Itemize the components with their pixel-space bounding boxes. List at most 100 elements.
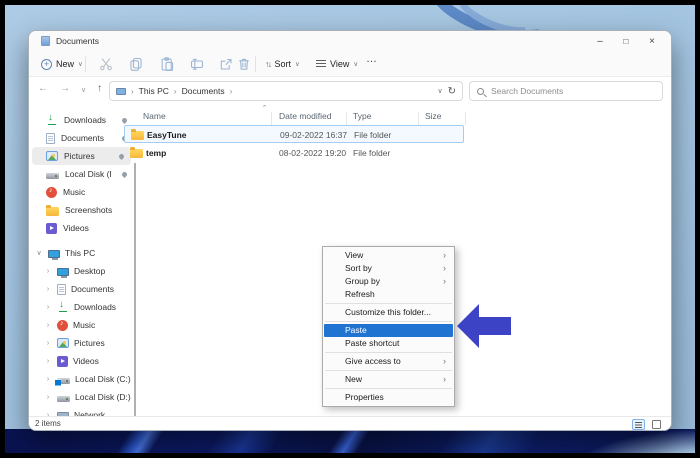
column-header-size[interactable]: Size [425,111,442,121]
breadcrumb-separator-icon: › [131,86,134,96]
minimize-button[interactable]: – [587,31,613,51]
sidebar-item-pictures[interactable]: Pictures [32,147,131,165]
delete-button[interactable] [236,56,252,72]
close-button[interactable]: × [639,31,665,51]
menu-item-group-by[interactable]: Group by › [323,275,454,288]
drive-windows-icon [55,377,70,386]
maximize-button[interactable]: □ [613,31,639,51]
wallpaper-ribbon [198,429,292,453]
back-button[interactable]: ← [38,83,48,94]
downloads-icon [46,112,58,126]
share-button[interactable] [218,56,234,72]
file-row-temp[interactable]: temp 08-02-2022 19:20 File folder [124,144,464,162]
recent-locations-chevron[interactable]: ∨ [81,86,86,94]
chevron-collapsed-icon[interactable]: › [44,322,52,329]
tree-item-desktop[interactable]: › Desktop [29,262,134,280]
menu-separator [325,370,452,371]
tree-item-videos[interactable]: › Videos [29,352,134,370]
column-separator[interactable] [465,112,466,125]
menu-separator [325,352,452,353]
navigation-bar: ← → ∨ ↑ › This PC › Documents › ∨ ↻ [29,77,671,105]
tree-item-pictures[interactable]: › Pictures [29,334,134,352]
address-dropdown-chevron[interactable]: ∨ [437,87,442,95]
wallpaper-corner-glow [575,429,695,453]
menu-item-view[interactable]: View › [323,249,454,262]
sidebar-item-documents[interactable]: Documents [29,129,134,147]
tree-item-local-disk-d[interactable]: › Local Disk (D:) [29,388,134,406]
menu-item-give-access-to[interactable]: Give access to › [323,355,454,368]
rename-button[interactable] [189,56,205,72]
tree-item-documents[interactable]: › Documents [29,280,134,298]
refresh-icon[interactable]: ↻ [448,86,456,97]
search-box[interactable] [469,81,663,101]
menu-separator [325,303,452,304]
chevron-down-icon: ∨ [78,61,83,68]
sort-arrows-icon: ↑↓ [265,59,272,69]
chevron-down-icon: ∨ [295,61,300,68]
tree-item-music[interactable]: › Music [29,316,134,334]
chevron-collapsed-icon[interactable]: › [44,286,52,293]
tree-item-downloads[interactable]: › Downloads [29,298,134,316]
up-button[interactable]: ↑ [97,83,102,94]
chevron-expanded-icon[interactable]: ∨ [35,249,43,257]
paste-button[interactable] [159,56,175,72]
column-separator[interactable] [346,112,347,125]
menu-item-properties[interactable]: Properties [323,391,454,404]
sidebar-item-downloads[interactable]: Downloads [29,111,134,129]
folder-icon [131,129,144,140]
document-icon [57,283,66,295]
chevron-collapsed-icon[interactable]: › [44,268,52,275]
breadcrumb-documents[interactable]: Documents [182,86,225,96]
more-options-button[interactable]: … [366,53,378,65]
view-button[interactable]: View ∨ [316,55,358,73]
column-header-name[interactable]: Name [143,111,166,121]
file-row-easytune[interactable]: EasyTune 09-02-2022 16:37 File folder [124,125,464,143]
breadcrumb-separator-icon: › [173,86,177,96]
menu-item-new[interactable]: New › [323,373,454,386]
address-bar[interactable]: › This PC › Documents › ∨ ↻ [109,81,463,101]
sidebar-item-screenshots[interactable]: Screenshots [29,201,134,219]
menu-item-customize-this-folder[interactable]: Customize this folder... [323,306,454,319]
search-input[interactable] [489,85,655,97]
menu-item-paste[interactable]: Paste [324,324,453,337]
window-folder-icon [41,36,50,46]
pictures-icon [57,338,69,348]
menu-item-refresh[interactable]: Refresh [323,288,454,301]
chevron-collapsed-icon[interactable]: › [44,376,52,383]
sidebar-item-videos[interactable]: Videos [29,219,134,237]
cut-button[interactable] [98,56,114,72]
column-header-date-modified[interactable]: Date modified [279,111,331,121]
copy-button[interactable] [128,56,144,72]
plus-circle-icon: + [41,58,52,70]
column-header-type[interactable]: Type [353,111,371,121]
column-separator[interactable] [418,112,419,125]
column-separator[interactable] [271,112,272,125]
menu-item-paste-shortcut[interactable]: Paste shortcut [323,337,454,350]
view-lines-icon [316,60,326,68]
sidebar-item-local-disk[interactable]: Local Disk (I [29,165,134,183]
large-icons-view-toggle[interactable] [652,419,661,429]
tree-item-local-disk-c[interactable]: › Local Disk (C:) [29,370,134,388]
chevron-collapsed-icon[interactable]: › [44,340,52,347]
sidebar-item-music[interactable]: Music [29,183,134,201]
breadcrumb-this-pc[interactable]: This PC [139,86,169,96]
chevron-collapsed-icon[interactable]: › [44,358,52,365]
sort-button[interactable]: ↑↓ Sort ∨ [265,55,300,73]
drive-icon [57,395,70,402]
forward-button[interactable]: → [60,83,70,94]
menu-item-sort-by[interactable]: Sort by › [323,262,454,275]
window-title: Documents [56,36,99,46]
sidebar-scrollbar[interactable] [134,163,136,417]
folder-icon [130,147,143,158]
toolbar-separator [255,56,256,72]
details-view-toggle[interactable] [632,418,645,430]
new-button[interactable]: + New ∨ [41,55,83,73]
copy-icon [130,57,142,71]
chevron-collapsed-icon[interactable]: › [44,304,52,311]
tree-item-this-pc[interactable]: ∨ This PC [29,244,134,262]
submenu-arrow-icon: › [443,250,446,260]
chevron-collapsed-icon[interactable]: › [44,394,52,401]
search-icon [477,87,484,95]
chevron-down-icon: ∨ [353,61,359,68]
toolbar-separator [85,56,86,72]
